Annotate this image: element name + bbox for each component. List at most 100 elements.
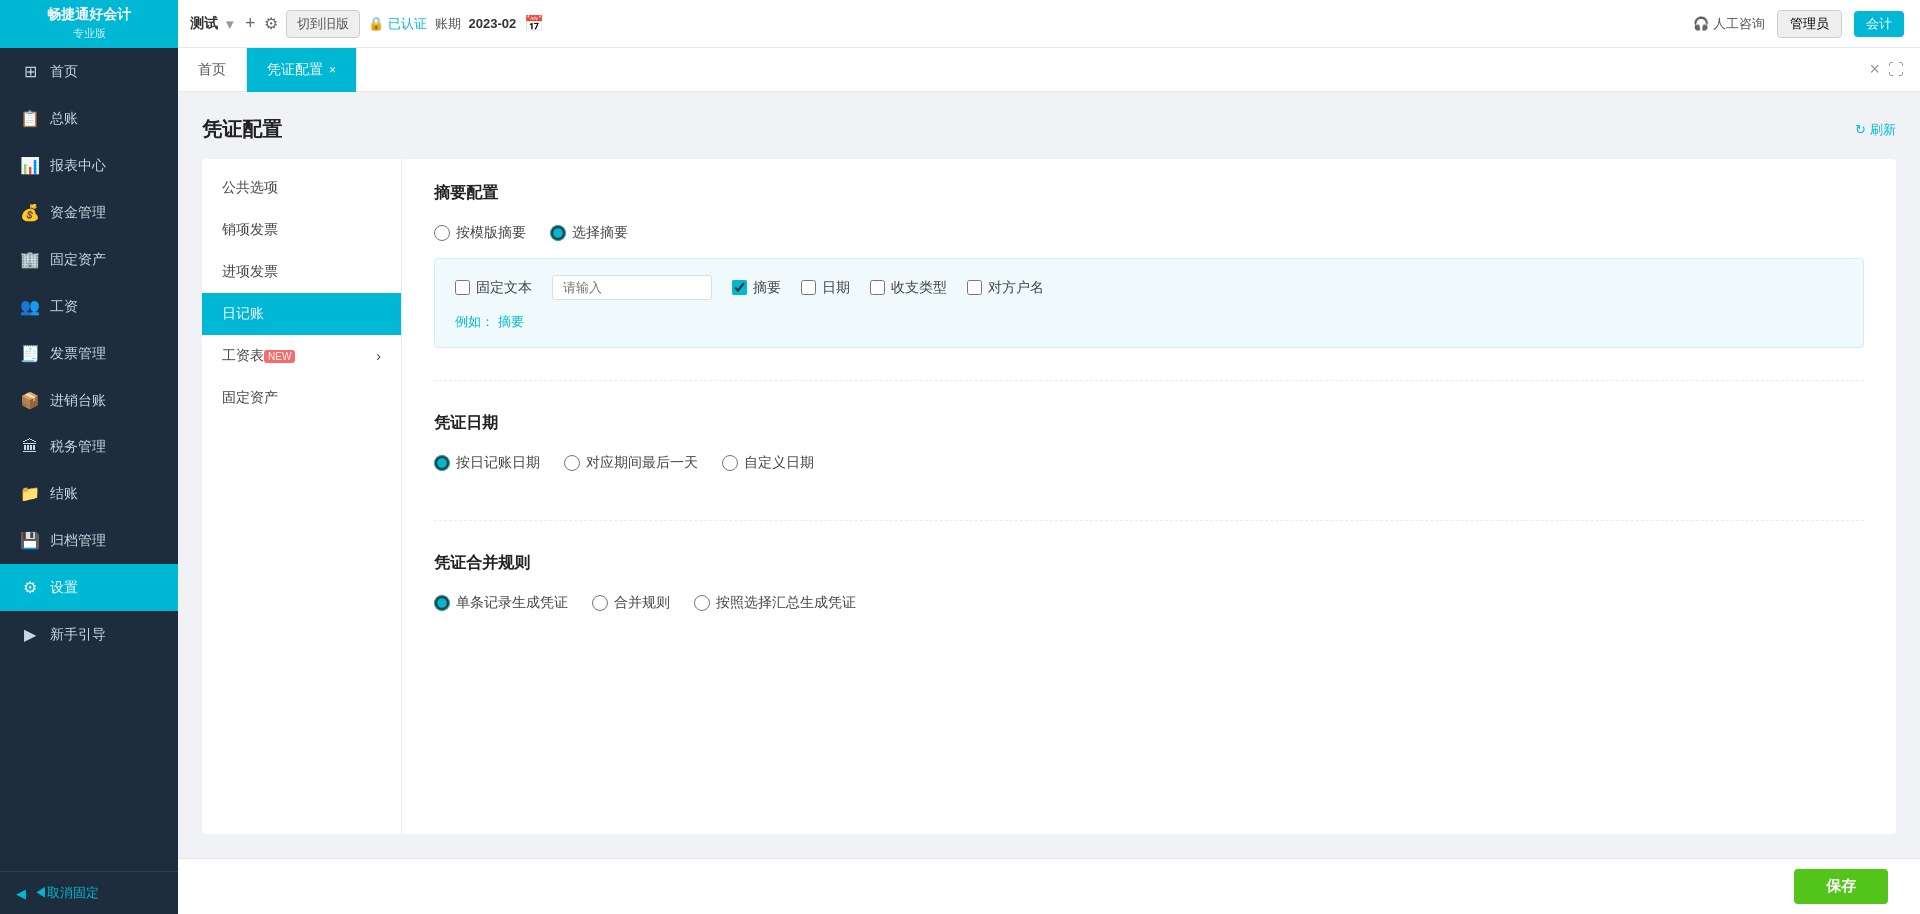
checkbox-fixed-text-input[interactable] <box>455 280 470 295</box>
sidebar-item-invoice[interactable]: 🧾 发票管理 <box>0 330 178 377</box>
radio-journal-date[interactable]: 按日记账日期 <box>434 454 540 472</box>
inner-layout: 公共选项 销项发票 进项发票 日记账 工资表 NEW › <box>202 159 1896 834</box>
left-nav-item-public[interactable]: 公共选项 <box>202 167 401 209</box>
add-icon[interactable]: + <box>245 13 256 34</box>
dropdown-icon[interactable]: ▾ <box>226 16 233 32</box>
sidebar-item-ledger[interactable]: 📋 总账 <box>0 95 178 142</box>
checkbox-pay-type-input[interactable] <box>870 280 885 295</box>
radio-merge-input[interactable] <box>592 595 608 611</box>
sidebar-label-assets: 固定资产 <box>50 251 106 269</box>
switch-old-button[interactable]: 切到旧版 <box>286 10 360 38</box>
sidebar-item-capital[interactable]: 💰 资金管理 <box>0 189 178 236</box>
radio-custom-date-input[interactable] <box>722 455 738 471</box>
merge-section: 凭证合并规则 单条记录生成凭证 合并规则 <box>434 553 1864 660</box>
assets-icon: 🏢 <box>20 250 40 269</box>
summary-example-row: 例如： 摘要 <box>455 312 1843 331</box>
sidebar-item-settings[interactable]: ⚙ 设置 <box>0 564 178 611</box>
radio-select-summary[interactable]: 选择摘要 <box>550 224 628 242</box>
certified-label: 已认证 <box>388 15 427 33</box>
tab-close-icon[interactable]: × <box>329 63 336 77</box>
top-bar: 畅捷通好会计 专业版 测试 ▾ + ⚙ 切到旧版 🔒 已认证 账期 2023-0… <box>0 0 1920 48</box>
workspace-label: 测试 <box>190 15 218 33</box>
window-close-button[interactable]: × <box>1869 59 1880 80</box>
left-nav-item-payroll[interactable]: 工资表 NEW › <box>202 335 401 377</box>
radio-single-input[interactable] <box>434 595 450 611</box>
radio-single-label: 单条记录生成凭证 <box>456 594 568 612</box>
cancel-fixed-button[interactable]: ◀ ◀取消固定 <box>0 871 178 914</box>
settings-icon[interactable]: ⚙ <box>264 14 278 33</box>
fixed-text-input[interactable] <box>552 275 712 300</box>
sidebar-label-close: 结账 <box>50 485 78 503</box>
invoice-icon: 🧾 <box>20 344 40 363</box>
sidebar-item-archive[interactable]: 💾 归档管理 <box>0 517 178 564</box>
radio-summary-generate[interactable]: 按照选择汇总生成凭证 <box>694 594 856 612</box>
main-layout: ⊞ 首页 📋 总账 📊 报表中心 💰 资金管理 🏢 固定资产 👥 工资 🧾 发票… <box>0 48 1920 914</box>
checkbox-pay-type-label: 收支类型 <box>891 279 947 297</box>
sidebar-label-settings: 设置 <box>50 579 78 597</box>
radio-summary-generate-label: 按照选择汇总生成凭证 <box>716 594 856 612</box>
radio-select-label: 选择摘要 <box>572 224 628 242</box>
radio-period-last[interactable]: 对应期间最后一天 <box>564 454 698 472</box>
new-badge: NEW <box>264 350 295 363</box>
sidebar-item-guide[interactable]: ▶ 新手引导 <box>0 611 178 658</box>
logo-subtitle: 专业版 <box>73 26 106 41</box>
accountant-button[interactable]: 会计 <box>1854 11 1904 37</box>
checkbox-pay-type[interactable]: 收支类型 <box>870 279 947 297</box>
sidebar-label-purchase-sale: 进销台账 <box>50 392 106 410</box>
sidebar-label-guide: 新手引导 <box>50 626 106 644</box>
radio-template-input[interactable] <box>434 225 450 241</box>
radio-template-summary[interactable]: 按模版摘要 <box>434 224 526 242</box>
page-content: 凭证配置 ↻ 刷新 公共选项 销项发票 进项发票 <box>178 92 1920 858</box>
tab-voucher-config[interactable]: 凭证配置 × <box>247 48 357 92</box>
example-text: 摘要 <box>498 314 524 329</box>
save-button[interactable]: 保存 <box>1794 869 1888 904</box>
sidebar-item-tax[interactable]: 🏛 税务管理 <box>0 424 178 470</box>
page-title: 凭证配置 <box>202 116 282 143</box>
example-label: 例如： <box>455 314 494 329</box>
period-label: 账期 <box>435 15 461 33</box>
left-nav-item-fixed-assets[interactable]: 固定资产 <box>202 377 401 419</box>
checkbox-summary[interactable]: 摘要 <box>732 279 781 297</box>
refresh-button[interactable]: ↻ 刷新 <box>1855 121 1896 139</box>
consult-button[interactable]: 🎧 人工咨询 <box>1693 15 1765 33</box>
close-period-icon: 📁 <box>20 484 40 503</box>
summary-options-box: 固定文本 摘要 日期 <box>434 258 1864 348</box>
admin-button[interactable]: 管理员 <box>1777 10 1842 38</box>
sidebar-label-capital: 资金管理 <box>50 204 106 222</box>
sidebar-item-home[interactable]: ⊞ 首页 <box>0 48 178 95</box>
checkbox-fixed-text[interactable]: 固定文本 <box>455 279 532 297</box>
radio-merge[interactable]: 合并规则 <box>592 594 670 612</box>
radio-custom-date[interactable]: 自定义日期 <box>722 454 814 472</box>
sidebar-label-report: 报表中心 <box>50 157 106 175</box>
sidebar-item-assets[interactable]: 🏢 固定资产 <box>0 236 178 283</box>
radio-journal-date-input[interactable] <box>434 455 450 471</box>
checkbox-date-input[interactable] <box>801 280 816 295</box>
capital-icon: 💰 <box>20 203 40 222</box>
left-nav-item-journal[interactable]: 日记账 <box>202 293 401 335</box>
left-nav-label-journal: 日记账 <box>222 305 264 323</box>
radio-summary-generate-input[interactable] <box>694 595 710 611</box>
radio-single[interactable]: 单条记录生成凭证 <box>434 594 568 612</box>
sidebar-item-purchase-sale[interactable]: 📦 进销台账 <box>0 377 178 424</box>
checkbox-counter-name[interactable]: 对方户名 <box>967 279 1044 297</box>
tab-home-label: 首页 <box>198 61 226 79</box>
radio-period-last-input[interactable] <box>564 455 580 471</box>
sidebar-item-salary[interactable]: 👥 工资 <box>0 283 178 330</box>
left-nav-item-purchase-invoice[interactable]: 进项发票 <box>202 251 401 293</box>
checkbox-summary-input[interactable] <box>732 280 747 295</box>
sidebar-item-close[interactable]: 📁 结账 <box>0 470 178 517</box>
merge-radio-group: 单条记录生成凭证 合并规则 按照选择汇总生成凭证 <box>434 594 1864 612</box>
tab-home[interactable]: 首页 <box>178 48 247 92</box>
top-bar-right: 🎧 人工咨询 管理员 会计 <box>1693 10 1904 38</box>
payroll-arrow-icon: › <box>376 348 381 364</box>
checkbox-counter-name-input[interactable] <box>967 280 982 295</box>
checkbox-date[interactable]: 日期 <box>801 279 850 297</box>
merge-section-title: 凭证合并规则 <box>434 553 1864 574</box>
radio-custom-date-label: 自定义日期 <box>744 454 814 472</box>
sidebar-item-report[interactable]: 📊 报表中心 <box>0 142 178 189</box>
radio-select-input[interactable] <box>550 225 566 241</box>
checkbox-date-label: 日期 <box>822 279 850 297</box>
calendar-icon[interactable]: 📅 <box>524 14 544 33</box>
left-nav-item-sales-invoice[interactable]: 销项发票 <box>202 209 401 251</box>
window-expand-button[interactable]: ⛶ <box>1888 61 1904 79</box>
